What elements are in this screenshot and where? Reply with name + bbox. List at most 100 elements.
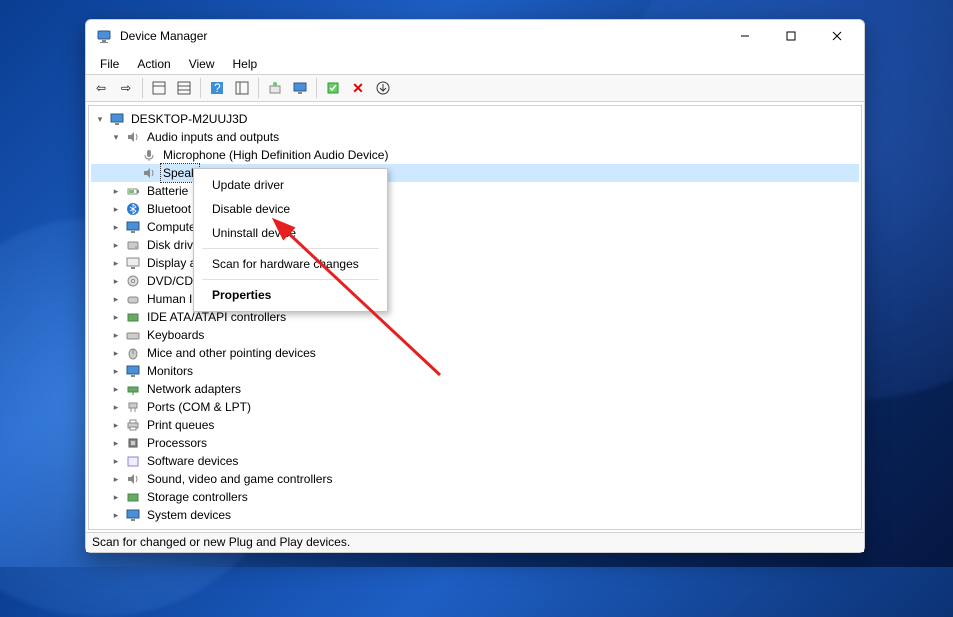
- minimize-button[interactable]: [722, 21, 768, 51]
- arrow-right-icon: ⇨: [121, 81, 131, 95]
- storage-icon: [125, 489, 141, 505]
- chevron-right-icon[interactable]: ▸: [109, 202, 123, 216]
- menu-action[interactable]: Action: [129, 55, 178, 73]
- enable-icon: [326, 81, 340, 95]
- scan-changes-button[interactable]: [372, 77, 394, 99]
- update-driver-button[interactable]: [264, 77, 286, 99]
- microphone-icon: [141, 147, 157, 163]
- category-label: Software devices: [145, 452, 240, 470]
- chevron-right-icon[interactable]: ▸: [109, 508, 123, 522]
- arrow-left-icon: ⇦: [96, 81, 106, 95]
- chevron-right-icon[interactable]: ▸: [109, 472, 123, 486]
- chevron-right-icon[interactable]: ▸: [109, 256, 123, 270]
- category-label: Keyboards: [145, 326, 206, 344]
- tree-root[interactable]: ▾ DESKTOP-M2UUJ3D: [91, 110, 859, 128]
- category-label: Bluetoot: [145, 200, 193, 218]
- tree-category[interactable]: ▸ Keyboards: [91, 326, 859, 344]
- dvd-icon: [125, 273, 141, 289]
- disk-icon: [125, 237, 141, 253]
- sound-icon: [125, 471, 141, 487]
- chevron-down-icon[interactable]: ▾: [109, 130, 123, 144]
- ctx-disable-device[interactable]: Disable device: [194, 197, 387, 221]
- network-icon: [125, 381, 141, 397]
- update-icon: [268, 81, 282, 95]
- enable-device-button[interactable]: [322, 77, 344, 99]
- details-button[interactable]: [173, 77, 195, 99]
- tree-device-microphone[interactable]: Microphone (High Definition Audio Device…: [91, 146, 859, 164]
- chevron-right-icon[interactable]: ▸: [109, 400, 123, 414]
- category-label: Mice and other pointing devices: [145, 344, 318, 362]
- chevron-right-icon[interactable]: ▸: [109, 292, 123, 306]
- chevron-right-icon[interactable]: ▸: [109, 184, 123, 198]
- tree-category[interactable]: ▸ System devices: [91, 506, 859, 524]
- tree-category[interactable]: ▸ Software devices: [91, 452, 859, 470]
- tree-category-audio[interactable]: ▾ Audio inputs and outputs: [91, 128, 859, 146]
- chevron-right-icon[interactable]: ▸: [109, 382, 123, 396]
- menu-help[interactable]: Help: [225, 55, 266, 73]
- maximize-button[interactable]: [768, 21, 814, 51]
- printer-icon: [125, 417, 141, 433]
- chevron-down-icon[interactable]: ▾: [93, 112, 107, 126]
- chevron-right-icon[interactable]: ▸: [109, 238, 123, 252]
- category-label: Sound, video and game controllers: [145, 470, 334, 488]
- chevron-right-icon[interactable]: ▸: [109, 454, 123, 468]
- menu-separator: [202, 248, 379, 249]
- chevron-right-icon[interactable]: ▸: [109, 490, 123, 504]
- statusbar: Scan for changed or new Plug and Play de…: [86, 532, 864, 552]
- forward-button[interactable]: ⇨: [115, 77, 137, 99]
- chevron-right-icon[interactable]: ▸: [109, 364, 123, 378]
- hid-icon: [125, 291, 141, 307]
- tree-category[interactable]: ▸ Print queues: [91, 416, 859, 434]
- show-hide-tree-button[interactable]: [148, 77, 170, 99]
- category-label: Human I: [145, 290, 194, 308]
- category-label: Print queues: [145, 416, 216, 434]
- titlebar: Device Manager: [86, 20, 864, 52]
- help-icon: ?: [210, 81, 224, 95]
- svg-text:?: ?: [214, 81, 221, 95]
- chevron-right-icon[interactable]: ▸: [109, 220, 123, 234]
- tree-category[interactable]: ▸ Mice and other pointing devices: [91, 344, 859, 362]
- context-menu: Update driver Disable device Uninstall d…: [193, 168, 388, 312]
- category-label: Audio inputs and outputs: [145, 128, 281, 146]
- category-label: Monitors: [145, 362, 195, 380]
- tree-category[interactable]: ▸ Monitors: [91, 362, 859, 380]
- close-button[interactable]: [814, 21, 860, 51]
- menu-view[interactable]: View: [181, 55, 223, 73]
- tree-category[interactable]: ▸Processors: [91, 434, 859, 452]
- category-label: Ports (COM & LPT): [145, 398, 253, 416]
- ctx-properties[interactable]: Properties: [194, 283, 387, 307]
- category-label: System devices: [145, 506, 233, 524]
- uninstall-device-button[interactable]: ✕: [347, 77, 369, 99]
- category-label: Storage controllers: [145, 488, 250, 506]
- tree-category[interactable]: ▸ Sound, video and game controllers: [91, 470, 859, 488]
- scan-hardware-button[interactable]: [289, 77, 311, 99]
- category-label: Network adapters: [145, 380, 243, 398]
- category-label: Compute: [145, 218, 198, 236]
- menu-file[interactable]: File: [92, 55, 127, 73]
- properties-button[interactable]: [231, 77, 253, 99]
- chevron-right-icon[interactable]: ▸: [109, 436, 123, 450]
- keyboard-icon: [125, 327, 141, 343]
- ide-icon: [125, 309, 141, 325]
- speaker-icon: [141, 165, 157, 181]
- category-label: DVD/CD-: [145, 272, 199, 290]
- status-text: Scan for changed or new Plug and Play de…: [92, 535, 350, 549]
- monitor-scan-icon: [293, 81, 307, 95]
- monitor-icon: [125, 363, 141, 379]
- chevron-right-icon[interactable]: ▸: [109, 328, 123, 342]
- ctx-scan-hardware[interactable]: Scan for hardware changes: [194, 252, 387, 276]
- category-label: Disk driv: [145, 236, 195, 254]
- ctx-update-driver[interactable]: Update driver: [194, 173, 387, 197]
- chevron-right-icon[interactable]: ▸: [109, 418, 123, 432]
- chevron-right-icon[interactable]: ▸: [109, 310, 123, 324]
- down-arrow-circle-icon: [376, 81, 390, 95]
- tree-category[interactable]: ▸ Storage controllers: [91, 488, 859, 506]
- bluetooth-icon: [125, 201, 141, 217]
- back-button[interactable]: ⇦: [90, 77, 112, 99]
- chevron-right-icon[interactable]: ▸: [109, 274, 123, 288]
- chevron-right-icon[interactable]: ▸: [109, 346, 123, 360]
- tree-category[interactable]: ▸ Ports (COM & LPT): [91, 398, 859, 416]
- tree-category[interactable]: ▸ Network adapters: [91, 380, 859, 398]
- ctx-uninstall-device[interactable]: Uninstall device: [194, 221, 387, 245]
- help-button[interactable]: ?: [206, 77, 228, 99]
